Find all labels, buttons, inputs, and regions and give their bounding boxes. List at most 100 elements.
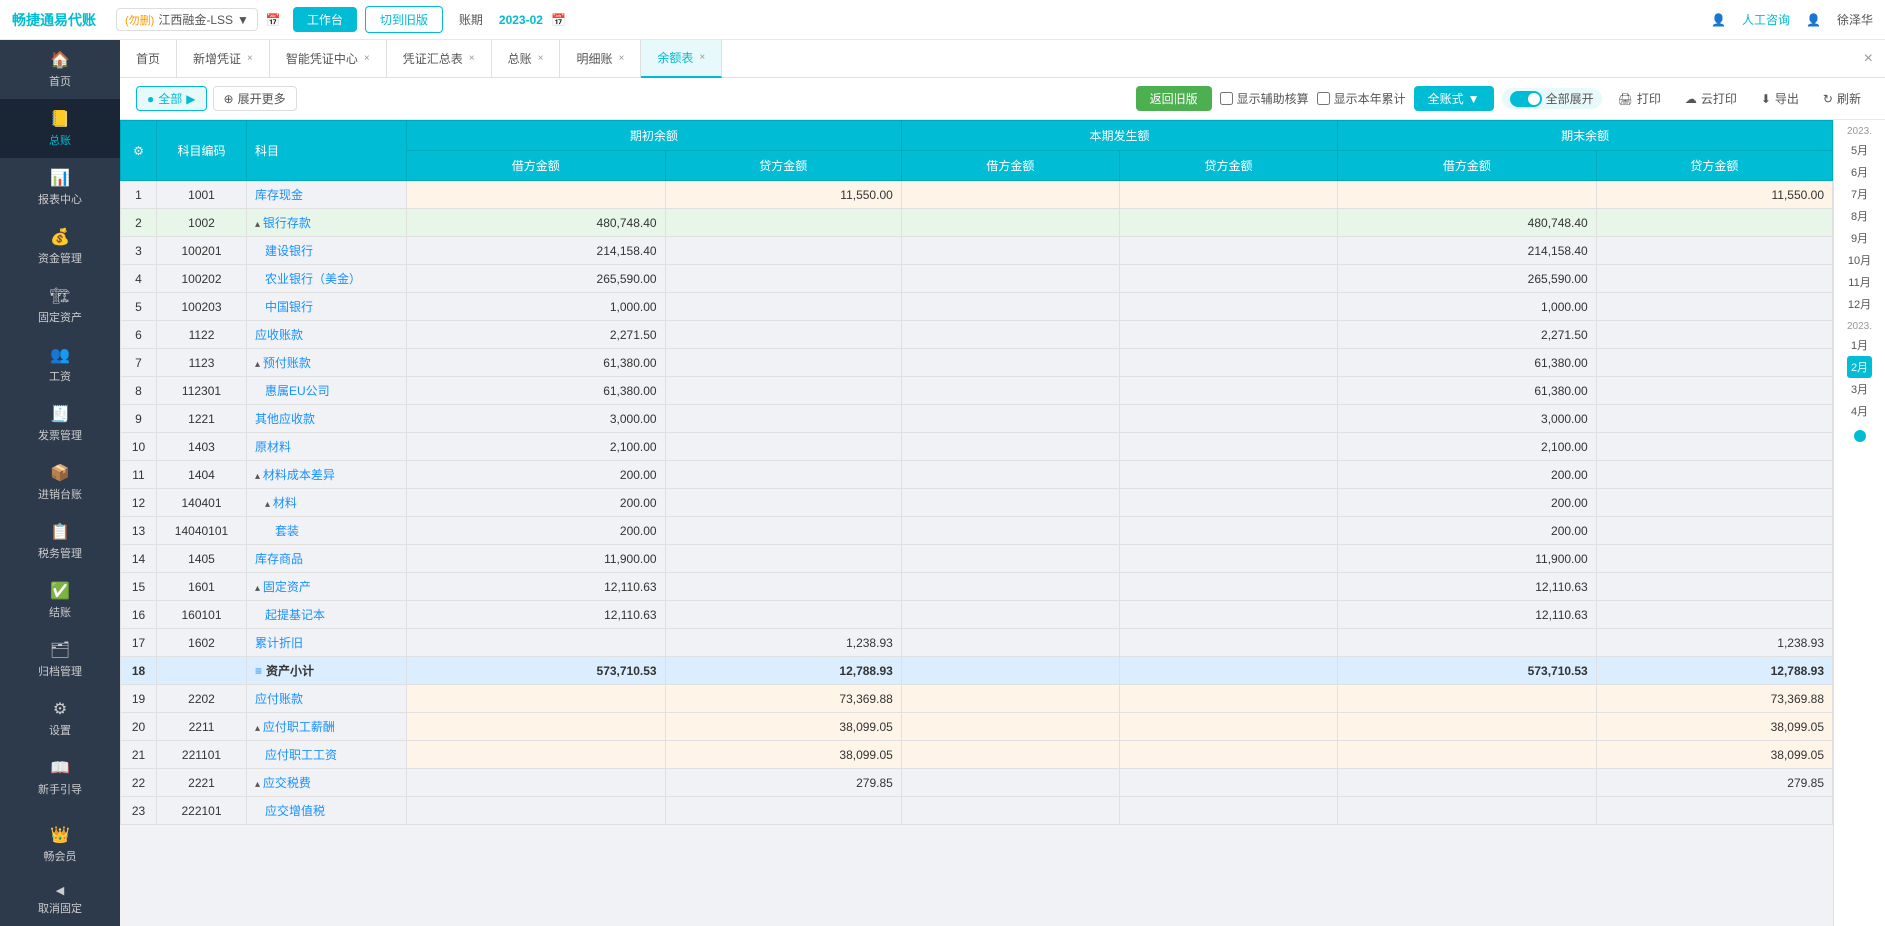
- right-month-5[interactable]: 5月: [1847, 139, 1872, 161]
- cell-name[interactable]: 原材料: [247, 433, 407, 461]
- tab-close-balance[interactable]: ×: [699, 52, 705, 63]
- sidebar-item-fixed-asset[interactable]: 🏗 固定资产: [0, 276, 120, 335]
- account-name-link[interactable]: 应交增值税: [265, 804, 325, 818]
- company-selector[interactable]: (勿删) 江西融金-LSS ▼: [116, 8, 258, 31]
- sidebar-item-member[interactable]: 👑 畅会员: [0, 815, 120, 874]
- cell-name[interactable]: ▴ 材料: [247, 489, 407, 517]
- sidebar-item-report[interactable]: 📊 报表中心: [0, 158, 120, 217]
- account-name-link[interactable]: 累计折旧: [255, 636, 303, 650]
- all-mode-button[interactable]: 全账式 ▼: [1414, 86, 1494, 111]
- sidebar-item-unpin[interactable]: ◀ 取消固定: [0, 874, 120, 926]
- sidebar-item-settings[interactable]: ⚙ 设置: [0, 689, 120, 748]
- cell-name[interactable]: 累计折旧: [247, 629, 407, 657]
- tab-home[interactable]: 首页: [120, 40, 177, 78]
- account-name-link[interactable]: 银行存款: [263, 216, 311, 230]
- tab-close-smart-verify[interactable]: ×: [364, 53, 370, 64]
- account-name-link[interactable]: 预付账款: [263, 356, 311, 370]
- tab-detail[interactable]: 明细账 ×: [560, 40, 641, 78]
- right-month-9[interactable]: 9月: [1847, 227, 1872, 249]
- show-ytd-checkbox[interactable]: [1317, 92, 1330, 105]
- expand-more-btn[interactable]: ⊕ 展开更多: [213, 86, 297, 111]
- right-month-6[interactable]: 6月: [1847, 161, 1872, 183]
- account-name-link[interactable]: 应交税费: [263, 776, 311, 790]
- account-name-link[interactable]: 其他应收款: [255, 412, 315, 426]
- cloud-print-button[interactable]: ☁ 云打印: [1677, 86, 1745, 111]
- sidebar-item-guide[interactable]: 📖 新手引导: [0, 748, 120, 807]
- cell-name[interactable]: 套装: [247, 517, 407, 545]
- cell-name[interactable]: 中国银行: [247, 293, 407, 321]
- right-month-8[interactable]: 8月: [1847, 205, 1872, 227]
- right-month-12[interactable]: 12月: [1844, 293, 1875, 315]
- tab-smart-verify[interactable]: 智能凭证中心 ×: [270, 40, 387, 78]
- cell-name[interactable]: ▴ 银行存款: [247, 209, 407, 237]
- print-button[interactable]: 🖨 打印: [1610, 86, 1669, 111]
- table-container[interactable]: ⚙ 科目编码 科目 期初余额 本期发生额 期末余额 借方金额 贷方金额: [120, 120, 1833, 926]
- show-assist-checkbox[interactable]: [1220, 92, 1233, 105]
- sidebar-item-ledger[interactable]: 📒 总账: [0, 99, 120, 158]
- tab-close-detail[interactable]: ×: [618, 53, 624, 64]
- cell-name[interactable]: 应交增值税: [247, 797, 407, 825]
- workbench-button[interactable]: 工作台: [293, 7, 357, 32]
- right-month-2[interactable]: 2月: [1847, 356, 1872, 378]
- right-month-10[interactable]: 10月: [1844, 249, 1875, 271]
- sidebar-item-asset-mgmt[interactable]: 💰 资金管理: [0, 217, 120, 276]
- cell-name[interactable]: 应付账款: [247, 685, 407, 713]
- tab-ledger[interactable]: 总账 ×: [492, 40, 561, 78]
- return-button[interactable]: 返回旧版: [1136, 86, 1212, 111]
- export-button[interactable]: ⬇ 导出: [1753, 86, 1807, 111]
- account-name-link[interactable]: 库存商品: [255, 552, 303, 566]
- cell-name[interactable]: 库存现金: [247, 181, 407, 209]
- right-month-3[interactable]: 3月: [1847, 378, 1872, 400]
- cell-name[interactable]: 建设银行: [247, 237, 407, 265]
- account-name-link[interactable]: 应收账款: [255, 328, 303, 342]
- account-name-link[interactable]: 材料: [273, 496, 297, 510]
- account-name-link[interactable]: 惠属EU公司: [265, 384, 330, 398]
- account-name-link[interactable]: 起提基记本: [265, 608, 325, 622]
- cell-name[interactable]: 惠属EU公司: [247, 377, 407, 405]
- account-name-link[interactable]: 农业银行（美金）: [265, 272, 361, 286]
- tab-voucher-summary[interactable]: 凭证汇总表 ×: [387, 40, 492, 78]
- cell-name[interactable]: 农业银行（美金）: [247, 265, 407, 293]
- account-name-link[interactable]: 应付职工薪酬: [263, 720, 335, 734]
- sidebar-item-settle[interactable]: ✅ 结账: [0, 571, 120, 630]
- show-assist-group[interactable]: 显示辅助核算: [1220, 90, 1309, 107]
- sidebar-item-purchase[interactable]: 📦 进销台账: [0, 453, 120, 512]
- filter-all-btn[interactable]: ● 全部 ▶: [136, 86, 207, 111]
- account-name-link[interactable]: 应付账款: [255, 692, 303, 706]
- right-month-4[interactable]: 4月: [1847, 400, 1872, 422]
- refresh-button[interactable]: ↻ 刷新: [1815, 86, 1869, 111]
- cell-name[interactable]: ▴ 材料成本差异: [247, 461, 407, 489]
- cell-name[interactable]: ▴ 应交税费: [247, 769, 407, 797]
- account-name-link[interactable]: 应付职工工资: [265, 748, 337, 762]
- tab-new-voucher[interactable]: 新增凭证 ×: [177, 40, 270, 78]
- tab-close-new-voucher[interactable]: ×: [247, 53, 253, 64]
- switch-version-button[interactable]: 切到旧版: [365, 6, 443, 33]
- cell-name[interactable]: 应付职工工资: [247, 741, 407, 769]
- account-name-link[interactable]: 建设银行: [265, 244, 313, 258]
- account-name-link[interactable]: 中国银行: [265, 300, 313, 314]
- cell-name[interactable]: 应收账款: [247, 321, 407, 349]
- account-name-link[interactable]: 库存现金: [255, 188, 303, 202]
- account-name-link[interactable]: 原材料: [255, 440, 291, 454]
- account-name-link[interactable]: 固定资产: [263, 580, 311, 594]
- cell-name[interactable]: ▴ 应付职工薪酬: [247, 713, 407, 741]
- right-month-11[interactable]: 11月: [1844, 271, 1874, 293]
- right-month-1[interactable]: 1月: [1847, 334, 1872, 356]
- cell-name[interactable]: 起提基记本: [247, 601, 407, 629]
- tab-close-ledger[interactable]: ×: [538, 53, 544, 64]
- tab-balance[interactable]: 余额表 ×: [641, 40, 722, 78]
- cell-name[interactable]: ▴ 固定资产: [247, 573, 407, 601]
- cell-name[interactable]: ▴ 预付账款: [247, 349, 407, 377]
- cell-name[interactable]: 库存商品: [247, 545, 407, 573]
- account-name-link[interactable]: 套装: [275, 524, 299, 538]
- expand-all-toggle[interactable]: 全部展开: [1502, 88, 1602, 109]
- close-all-tabs[interactable]: ×: [1864, 50, 1885, 68]
- toggle-switch[interactable]: [1510, 91, 1542, 107]
- sidebar-item-payroll[interactable]: 👥 工资: [0, 335, 120, 394]
- sidebar-item-invoice[interactable]: 🧾 发票管理: [0, 394, 120, 453]
- right-month-7[interactable]: 7月: [1847, 183, 1872, 205]
- tab-close-voucher-summary[interactable]: ×: [469, 53, 475, 64]
- cell-name[interactable]: 其他应收款: [247, 405, 407, 433]
- sidebar-item-home[interactable]: 🏠 首页: [0, 40, 120, 99]
- consult-label[interactable]: 人工咨询: [1742, 11, 1790, 28]
